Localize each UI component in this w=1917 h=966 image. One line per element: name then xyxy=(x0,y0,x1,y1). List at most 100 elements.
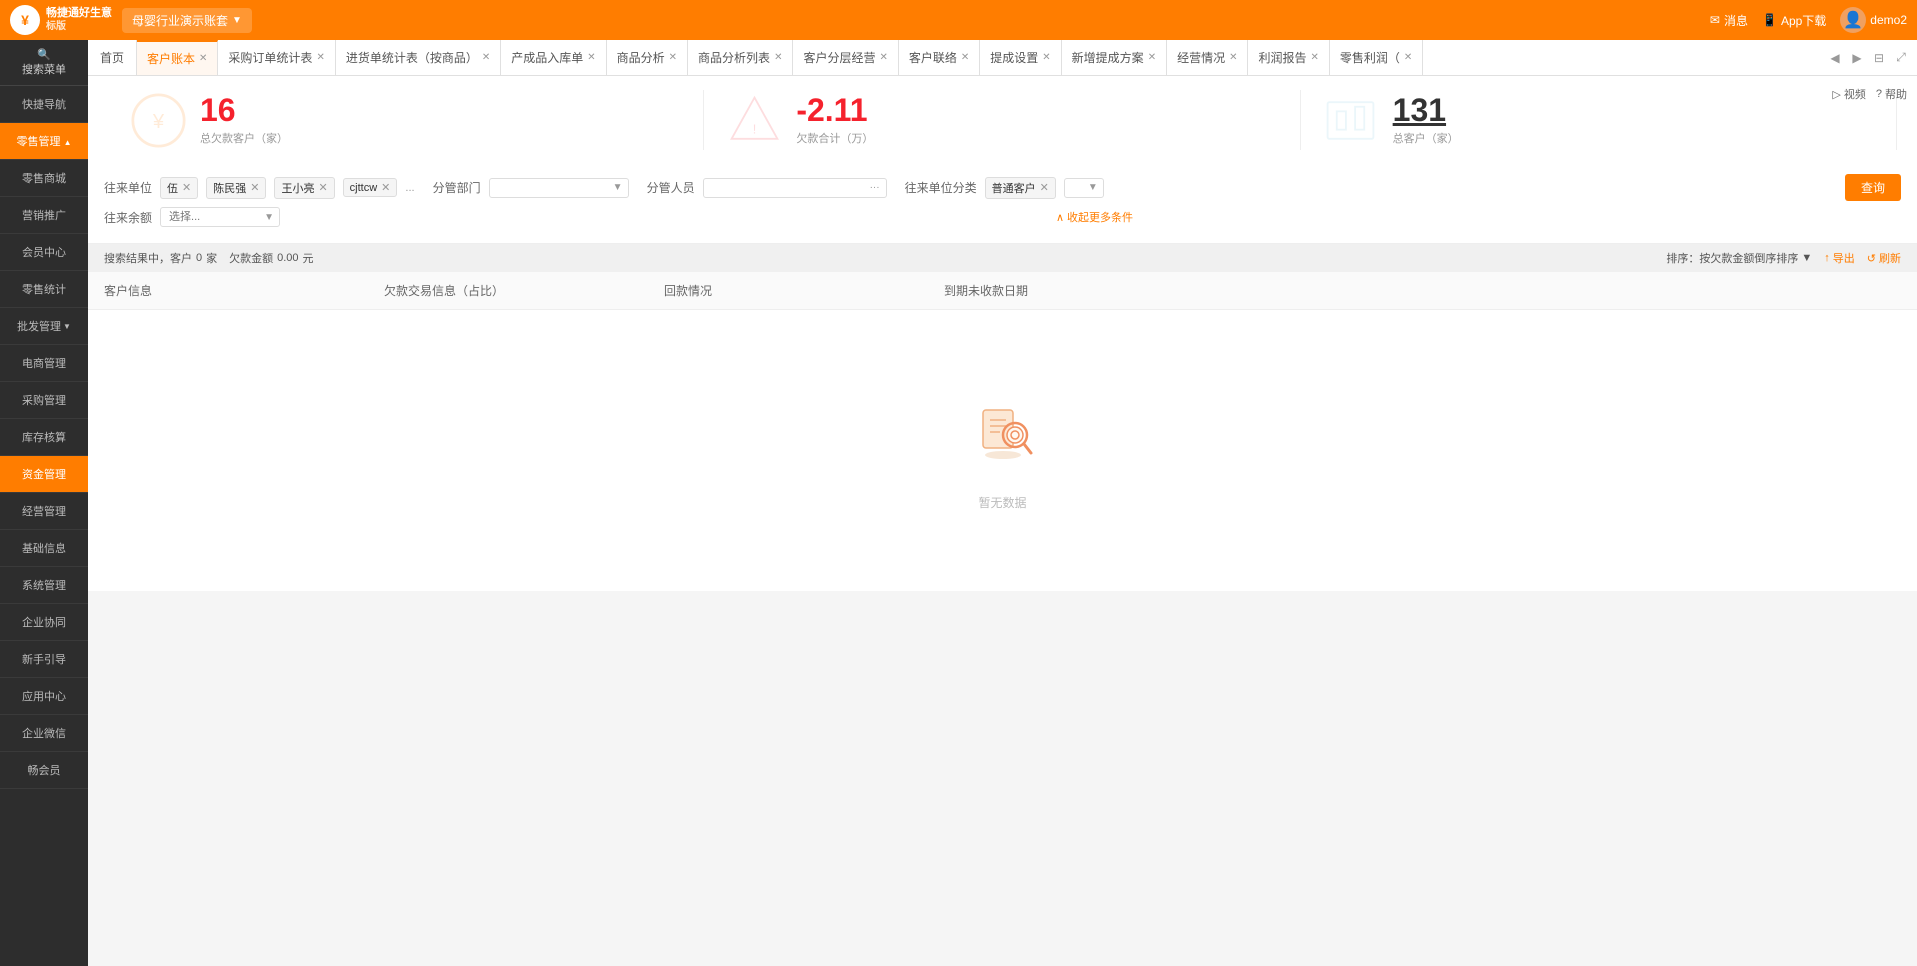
sidebar-item-membership[interactable]: 会员中心 xyxy=(0,234,88,271)
tab-fullscreen-icon[interactable]: ⤢ xyxy=(1891,48,1911,68)
sidebar-item-ecommerce[interactable]: 电商管理 xyxy=(0,345,88,382)
message-action[interactable]: ✉ 消息 xyxy=(1710,12,1748,29)
export-action[interactable]: ↑ 导出 xyxy=(1824,250,1855,266)
tab-next-arrow[interactable]: ▶ xyxy=(1847,48,1867,68)
filter-tag-cjttcw-remove[interactable]: ✕ xyxy=(381,181,390,194)
sidebar-marketing-label: 营销推广 xyxy=(22,210,66,222)
tab-ops-status[interactable]: 经营情况 ✕ xyxy=(1167,40,1248,76)
dept-input[interactable] xyxy=(489,178,629,198)
sidebar-item-enterprise[interactable]: 企业协同 xyxy=(0,604,88,641)
person-input[interactable] xyxy=(710,182,870,194)
top-actions: ✉ 消息 📱 App下载 👤 demo2 xyxy=(1710,7,1907,33)
filter-tag-chen-remove[interactable]: ✕ xyxy=(250,181,259,194)
person-input-wrap: ··· xyxy=(703,178,887,198)
sidebar-item-inventory[interactable]: 库存核算 xyxy=(0,419,88,456)
filter-tag-normal-customer: 普通客户 ✕ xyxy=(985,177,1056,199)
expand-icon: ▼ xyxy=(63,322,71,331)
tab-add-promotion[interactable]: 新增提成方案 ✕ xyxy=(1062,40,1167,76)
top-bar: ¥ 畅捷通好生意 标版 母婴行业演示账套 ▼ ✉ 消息 📱 App下载 xyxy=(0,0,1917,40)
stat-total-customers-label: 总客户（家） xyxy=(1393,130,1459,146)
tab-product-analysis-close[interactable]: ✕ xyxy=(669,52,677,63)
sidebar-item-quick-nav[interactable]: 快捷导航 xyxy=(0,86,88,123)
sidebar-item-basic-info[interactable]: 基础信息 xyxy=(0,530,88,567)
username-label: demo2 xyxy=(1870,13,1907,27)
tab-prev-arrow[interactable]: ◀ xyxy=(1825,48,1845,68)
query-button[interactable]: 查询 xyxy=(1845,174,1901,201)
tab-purchase-order-stats-close[interactable]: ✕ xyxy=(316,52,324,63)
tab-inventory-stats-close[interactable]: ✕ xyxy=(482,52,490,63)
chevron-icon: ▲ xyxy=(64,138,72,147)
tab-product-analysis-list-close[interactable]: ✕ xyxy=(774,52,782,63)
filter-tag-cjttcw: cjttcw ✕ xyxy=(343,178,398,197)
sidebar-item-retail-mgmt[interactable]: 零售管理 ▲ xyxy=(0,123,88,160)
user-action[interactable]: 👤 demo2 xyxy=(1840,7,1907,33)
unit-type-select-wrap[interactable]: ▼ xyxy=(1064,178,1104,198)
tab-profit-report[interactable]: 利润报告 ✕ xyxy=(1248,40,1329,76)
search-icon: 🔍 xyxy=(37,49,51,61)
dept-select-wrap[interactable]: ▼ xyxy=(489,178,629,198)
filter-tag-wu-remove[interactable]: ✕ xyxy=(182,181,191,194)
table-header: 客户信息 欠款交易信息（占比） 回款情况 到期未收款日期 xyxy=(88,272,1917,310)
tab-product-analysis-list[interactable]: 商品分析列表 ✕ xyxy=(688,40,793,76)
tab-customer-segment[interactable]: 客户分层经营 ✕ xyxy=(793,40,898,76)
filter-row-1: 往来单位 伍 ✕ 陈民强 ✕ 王小亮 ✕ xyxy=(104,174,1901,201)
person-more-btn[interactable]: ··· xyxy=(870,182,880,193)
tab-customer-capital[interactable]: 客户账本 ✕ xyxy=(137,40,218,76)
filter-tag-wang-remove[interactable]: ✕ xyxy=(318,181,327,194)
tab-promotion-settings[interactable]: 提成设置 ✕ xyxy=(980,40,1061,76)
sort-dropdown-icon[interactable]: ▼ xyxy=(1801,252,1812,264)
filter-tag-normal-customer-remove[interactable]: ✕ xyxy=(1040,181,1049,194)
top-center: 母婴行业演示账套 ▼ xyxy=(112,8,1710,33)
tab-customer-segment-label: 客户分层经营 xyxy=(803,49,875,66)
app-download-action[interactable]: 📱 App下载 xyxy=(1762,12,1826,29)
tab-menu-arrow[interactable]: ⊟ xyxy=(1869,48,1889,68)
tab-retail-profit[interactable]: 零售利润（ ✕ xyxy=(1330,40,1423,76)
video-link[interactable]: ▷ 视频 xyxy=(1832,86,1865,102)
filter-more-units[interactable]: ... xyxy=(405,182,414,194)
empty-text: 暂无数据 xyxy=(978,494,1026,511)
sidebar-item-purchase[interactable]: 采购管理 xyxy=(0,382,88,419)
tab-add-promotion-close[interactable]: ✕ xyxy=(1148,52,1156,63)
unit-type-input[interactable] xyxy=(1064,178,1104,198)
balance-select-wrap[interactable]: ▼ xyxy=(160,207,280,227)
tab-profit-report-close[interactable]: ✕ xyxy=(1311,52,1319,63)
help-link[interactable]: ? 帮助 xyxy=(1876,86,1907,102)
sidebar-item-enterprise-wx[interactable]: 企业微信 xyxy=(0,715,88,752)
tab-purchase-order-stats[interactable]: 采购订单统计表 ✕ xyxy=(218,40,335,76)
phone-icon: 📱 xyxy=(1762,13,1777,27)
tab-inventory-stats[interactable]: 进货单统计表（按商品） ✕ xyxy=(336,40,501,76)
sidebar-item-capital[interactable]: 资金管理 xyxy=(0,456,88,493)
sidebar-item-retail-mall[interactable]: 零售商城 xyxy=(0,160,88,197)
sidebar-item-sys-mgmt[interactable]: 系统管理 xyxy=(0,567,88,604)
sidebar-item-ops[interactable]: 经营管理 xyxy=(0,493,88,530)
balance-input[interactable] xyxy=(160,207,280,227)
sidebar-item-batch-mgmt[interactable]: 批发管理 ▼ xyxy=(0,308,88,345)
empty-state: 暂无数据 xyxy=(88,310,1917,591)
sidebar-item-marketing[interactable]: 营销推广 xyxy=(0,197,88,234)
svg-text:!: ! xyxy=(753,121,757,136)
sidebar-capital-label: 资金管理 xyxy=(22,469,66,481)
sidebar-item-new-guide[interactable]: 新手引导 xyxy=(0,641,88,678)
search-result-prefix: 搜索结果中，客户 xyxy=(104,250,192,266)
sidebar-search[interactable]: 🔍 搜索菜单 xyxy=(0,40,88,86)
tab-promotion-settings-close[interactable]: ✕ xyxy=(1042,52,1050,63)
tab-customer-capital-close[interactable]: ✕ xyxy=(199,53,207,64)
collapse-button[interactable]: ∧ 收起更多条件 xyxy=(1056,209,1133,225)
tab-customer-segment-close[interactable]: ✕ xyxy=(879,52,887,63)
sidebar-item-retail-stats[interactable]: 零售统计 xyxy=(0,271,88,308)
sidebar-item-app-center[interactable]: 应用中心 xyxy=(0,678,88,715)
tab-product-inbound-close[interactable]: ✕ xyxy=(587,52,595,63)
refresh-action[interactable]: ↺ 刷新 xyxy=(1867,250,1901,266)
refresh-label: 刷新 xyxy=(1879,250,1901,266)
tab-home[interactable]: 首页 xyxy=(88,40,137,76)
tab-customer-contact[interactable]: 客户联络 ✕ xyxy=(899,40,980,76)
sidebar-item-vip-member[interactable]: 畅会员 xyxy=(0,752,88,789)
store-select[interactable]: 母婴行业演示账套 ▼ xyxy=(122,8,252,33)
tab-product-inbound[interactable]: 产成品入库单 ✕ xyxy=(501,40,606,76)
tab-retail-profit-close[interactable]: ✕ xyxy=(1404,52,1412,63)
tab-product-analysis-label: 商品分析 xyxy=(617,49,665,66)
tab-product-analysis[interactable]: 商品分析 ✕ xyxy=(607,40,688,76)
tab-customer-contact-close[interactable]: ✕ xyxy=(961,52,969,63)
tab-ops-status-close[interactable]: ✕ xyxy=(1229,52,1237,63)
message-icon: ✉ xyxy=(1710,13,1720,27)
